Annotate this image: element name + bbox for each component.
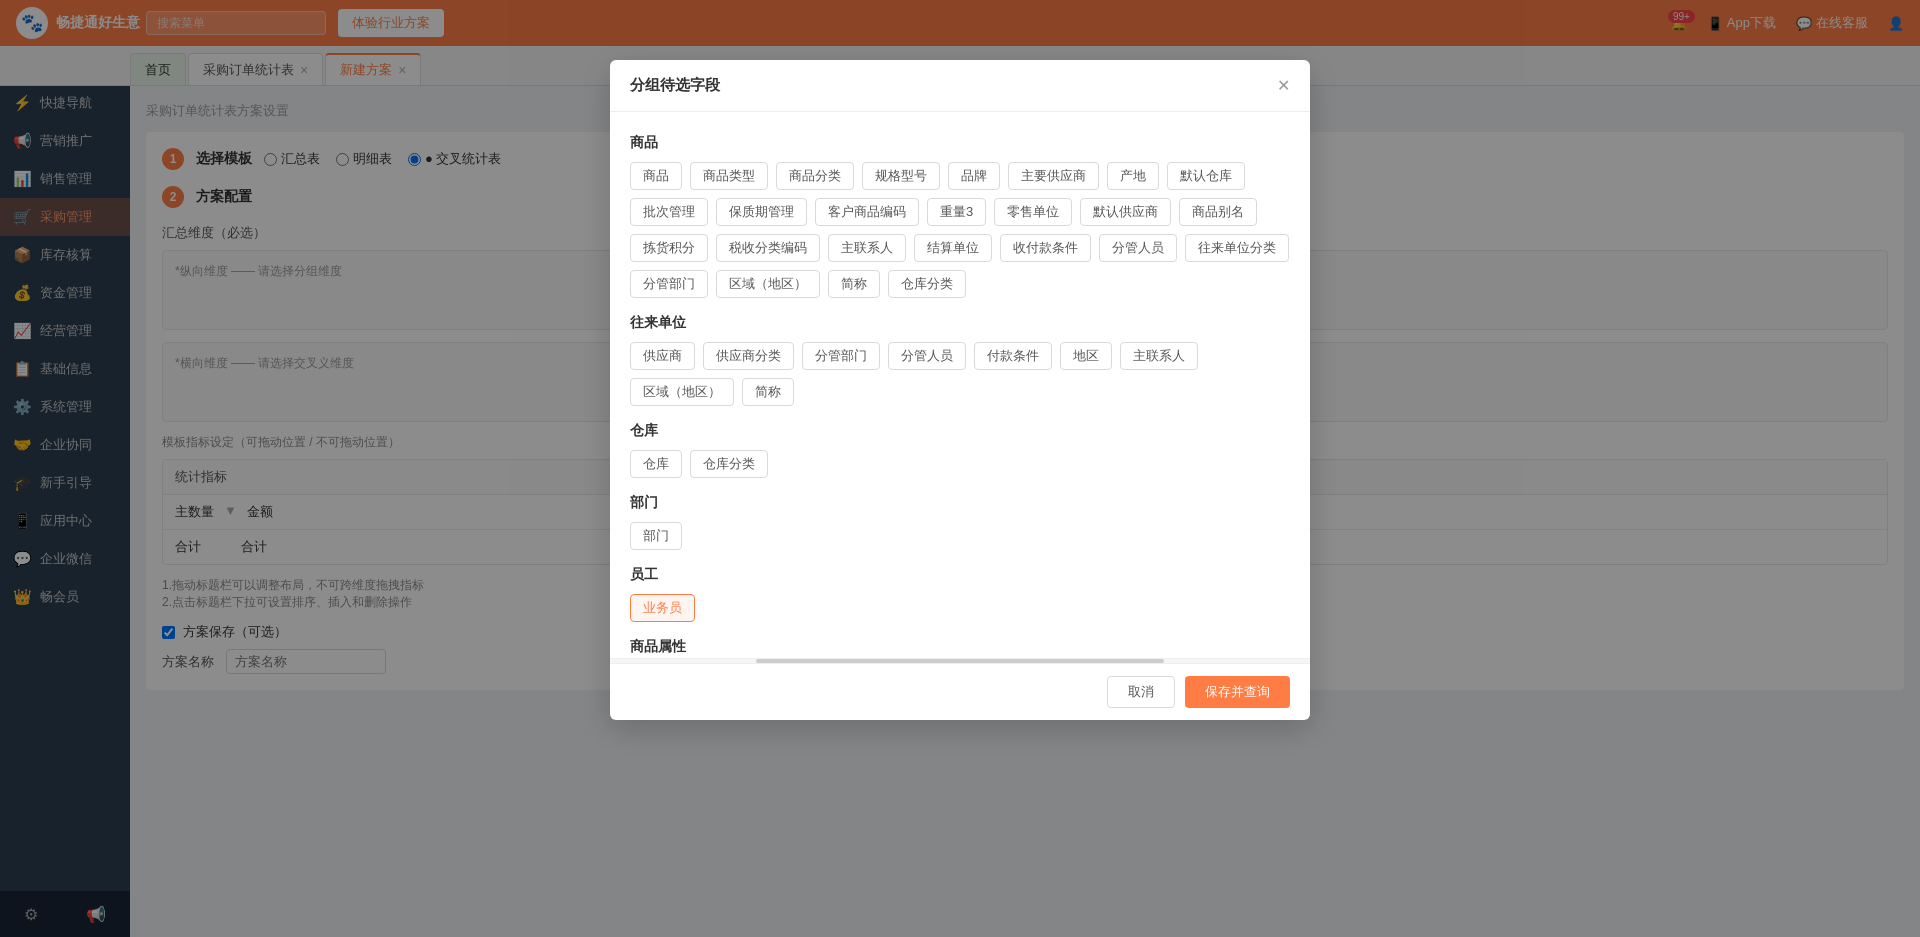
field-tag[interactable]: 分管人员 (1099, 234, 1177, 262)
section-title-product-attr: 商品属性 (630, 638, 1290, 656)
field-tag[interactable]: 分管部门 (802, 342, 880, 370)
field-tag[interactable]: 地区 (1060, 342, 1112, 370)
field-tag[interactable]: 仓库分类 (888, 270, 966, 298)
field-tag[interactable]: 商品类型 (690, 162, 768, 190)
field-tag[interactable]: 重量3 (927, 198, 986, 226)
field-tag[interactable]: 零售单位 (994, 198, 1072, 226)
field-grid-warehouse: 仓库 仓库分类 (630, 450, 1290, 478)
field-tag[interactable]: 商品分类 (776, 162, 854, 190)
field-tag[interactable]: 结算单位 (914, 234, 992, 262)
section-title-dept: 部门 (630, 494, 1290, 512)
field-grid-staff: 业务员 (630, 594, 1290, 622)
field-tag[interactable]: 仓库分类 (690, 450, 768, 478)
field-tag[interactable]: 区域（地区） (630, 378, 734, 406)
field-grid-product: 商品 商品类型 商品分类 规格型号 品牌 主要供应商 产地 默认仓库 批次管理 … (630, 162, 1290, 298)
field-tag[interactable]: 主联系人 (1120, 342, 1198, 370)
field-tag[interactable]: 分管部门 (630, 270, 708, 298)
modal-footer: 取消 保存并查询 (610, 663, 1310, 720)
field-tag[interactable]: 批次管理 (630, 198, 708, 226)
field-grid-partner: 供应商 供应商分类 分管部门 分管人员 付款条件 地区 主联系人 区域（地区） … (630, 342, 1290, 406)
section-title-product: 商品 (630, 134, 1290, 152)
field-tag-selected[interactable]: 业务员 (630, 594, 695, 622)
field-tag[interactable]: 简称 (828, 270, 880, 298)
field-tag[interactable]: 品牌 (948, 162, 1000, 190)
field-tag[interactable]: 往来单位分类 (1185, 234, 1289, 262)
field-tag[interactable]: 主联系人 (828, 234, 906, 262)
modal-body: 商品 商品 商品类型 商品分类 规格型号 品牌 主要供应商 产地 默认仓库 批次… (610, 112, 1310, 658)
field-tag[interactable]: 部门 (630, 522, 682, 550)
field-tag[interactable]: 规格型号 (862, 162, 940, 190)
field-tag[interactable]: 保质期管理 (716, 198, 807, 226)
field-tag[interactable]: 默认供应商 (1080, 198, 1171, 226)
field-tag[interactable]: 供应商分类 (703, 342, 794, 370)
field-tag[interactable]: 主要供应商 (1008, 162, 1099, 190)
modal-header: 分组待选字段 ✕ (610, 60, 1310, 112)
field-tag[interactable]: 供应商 (630, 342, 695, 370)
field-tag[interactable]: 简称 (742, 378, 794, 406)
field-select-modal: 分组待选字段 ✕ 商品 商品 商品类型 商品分类 规格型号 品牌 主要供应商 产… (610, 60, 1310, 720)
modal-close-button[interactable]: ✕ (1277, 76, 1290, 95)
field-tag[interactable]: 付款条件 (974, 342, 1052, 370)
field-tag[interactable]: 默认仓库 (1167, 162, 1245, 190)
field-grid-dept: 部门 (630, 522, 1290, 550)
field-tag[interactable]: 税收分类编码 (716, 234, 820, 262)
field-tag[interactable]: 商品 (630, 162, 682, 190)
section-title-warehouse: 仓库 (630, 422, 1290, 440)
field-tag[interactable]: 商品别名 (1179, 198, 1257, 226)
section-title-staff: 员工 (630, 566, 1290, 584)
field-tag[interactable]: 仓库 (630, 450, 682, 478)
modal-overlay: 分组待选字段 ✕ 商品 商品 商品类型 商品分类 规格型号 品牌 主要供应商 产… (0, 0, 1920, 937)
field-tag[interactable]: 分管人员 (888, 342, 966, 370)
modal-title: 分组待选字段 (630, 76, 720, 95)
section-title-partner: 往来单位 (630, 314, 1290, 332)
field-tag[interactable]: 产地 (1107, 162, 1159, 190)
cancel-button[interactable]: 取消 (1107, 676, 1175, 708)
field-tag[interactable]: 拣货积分 (630, 234, 708, 262)
field-tag[interactable]: 区域（地区） (716, 270, 820, 298)
confirm-button[interactable]: 保存并查询 (1185, 676, 1290, 708)
field-tag[interactable]: 收付款条件 (1000, 234, 1091, 262)
field-tag[interactable]: 客户商品编码 (815, 198, 919, 226)
